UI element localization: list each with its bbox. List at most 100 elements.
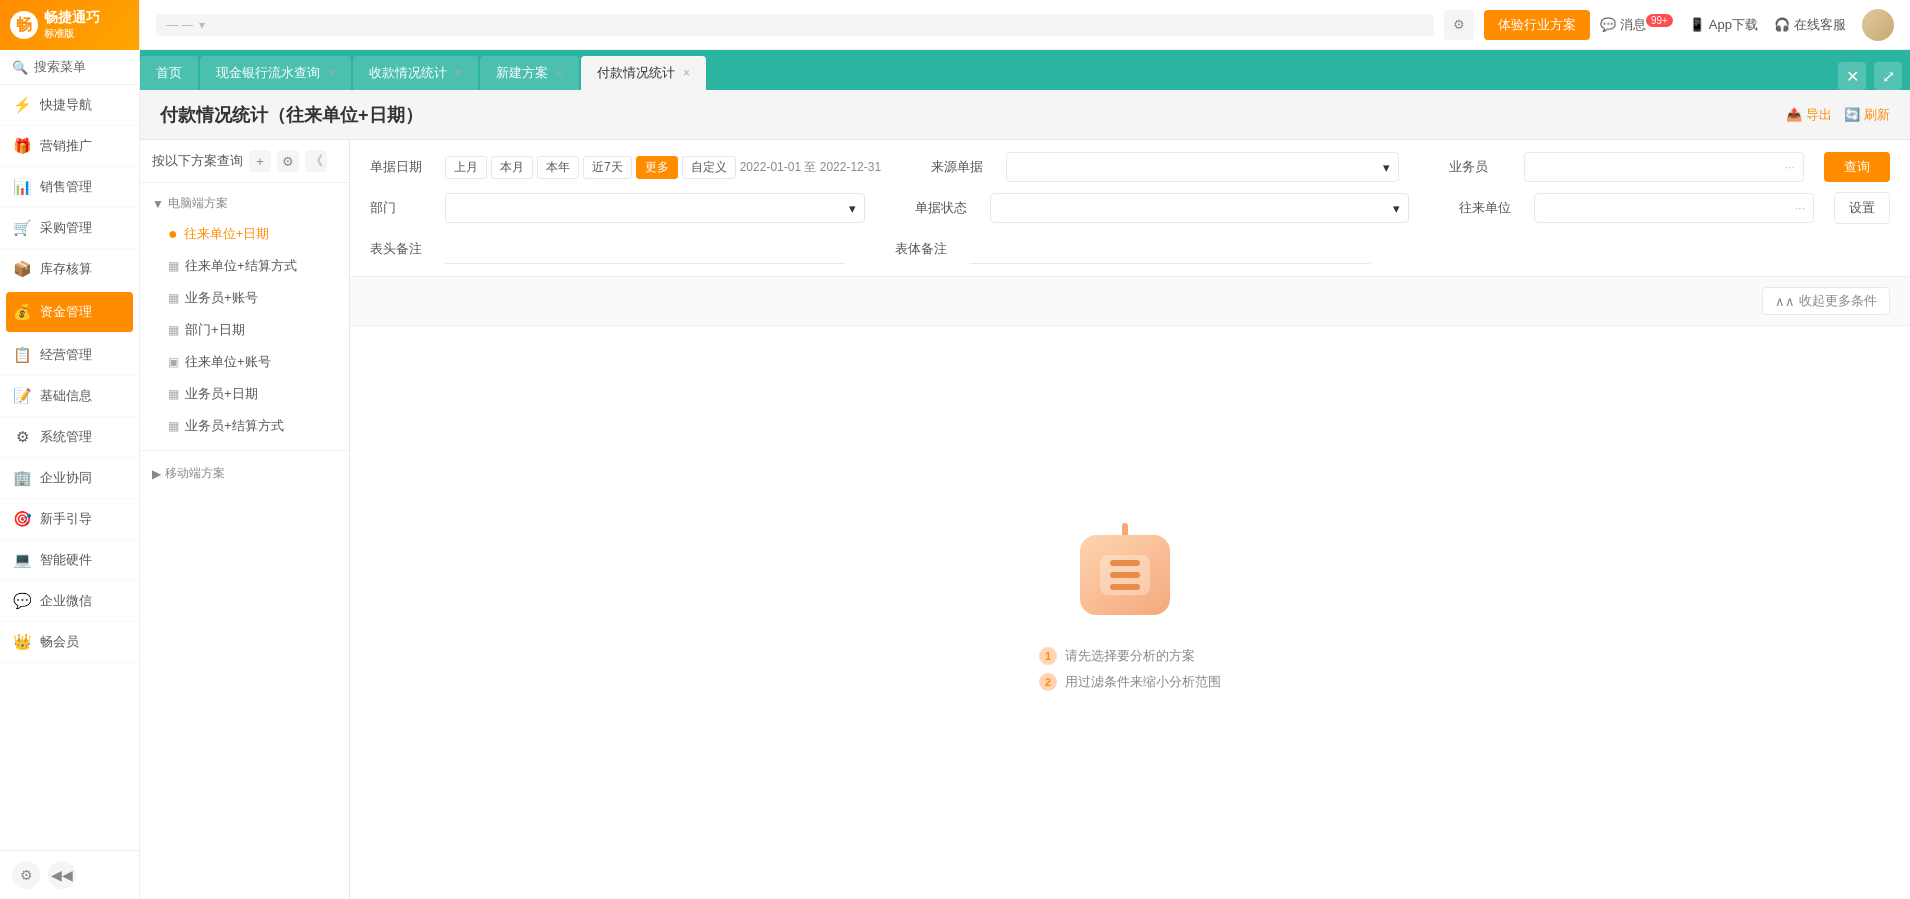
sidebar-item-inventory[interactable]: 📦 库存核算 <box>0 249 139 290</box>
sidebar-item-label-system: 系统管理 <box>40 428 92 446</box>
wechat-icon: 💬 <box>12 591 32 611</box>
tab-new-scheme-close[interactable]: × <box>556 66 563 80</box>
filter-row-1: 单据日期 上月 本月 本年 近7天 更多 自定义 2022-01-01 至 20… <box>370 152 1890 182</box>
scheme-item-salesperson-settlement[interactable]: ▦ 业务员+结算方式 <box>140 410 349 442</box>
user-avatar[interactable] <box>1862 9 1894 41</box>
collapse-conditions-btn[interactable]: ∧∧ 收起更多条件 <box>1762 287 1890 315</box>
tab-receipt[interactable]: 收款情况统计 × <box>353 56 478 90</box>
query-btn[interactable]: 查询 <box>1824 152 1890 182</box>
sidebar-item-purchase[interactable]: 🛒 采购管理 <box>0 208 139 249</box>
settings-bottom-btn[interactable]: ⚙ <box>12 861 40 889</box>
collapse-sidebar-btn[interactable]: ◀◀ <box>48 861 76 889</box>
app-download-label: App下载 <box>1709 16 1758 34</box>
close-all-tabs-btn[interactable]: ✕ <box>1838 62 1866 90</box>
hardware-icon: 💻 <box>12 550 32 570</box>
scheme-item-partner-settlement[interactable]: ▦ 往来单位+结算方式 <box>140 250 349 282</box>
scheme-collapse-btn[interactable]: 《 <box>305 150 327 172</box>
empty-tip-2: 2 用过滤条件来缩小分析范围 <box>1039 673 1221 691</box>
scheme-chart-icon-2: ▦ <box>168 291 179 305</box>
online-service-btn[interactable]: 🎧 在线客服 <box>1774 16 1846 34</box>
filter-row-2: 部门 单据状态 往来单位 ··· 设置 <box>370 192 1890 224</box>
sidebar-item-cooperation[interactable]: 🏢 企业协同 <box>0 458 139 499</box>
sidebar-item-label-finance: 资金管理 <box>40 303 92 321</box>
salesperson-select[interactable]: ··· <box>1524 152 1804 182</box>
filter-rows: 单据日期 上月 本月 本年 近7天 更多 自定义 2022-01-01 至 20… <box>350 140 1910 277</box>
sidebar-item-membership[interactable]: 👑 畅会员 <box>0 622 139 663</box>
tab-new-scheme[interactable]: 新建方案 × <box>480 56 579 90</box>
membership-icon: 👑 <box>12 632 32 652</box>
base-info-icon: 📝 <box>12 386 32 406</box>
refresh-label: 刷新 <box>1864 106 1890 124</box>
scheme-item-partner-account[interactable]: ▣ 往来单位+账号 <box>140 346 349 378</box>
date-more-btn[interactable]: 更多 <box>636 156 678 179</box>
tab-home[interactable]: 首页 <box>140 56 198 90</box>
desktop-scheme-title: ▼ 电脑端方案 <box>140 189 349 218</box>
sidebar-item-label-inventory: 库存核算 <box>40 260 92 278</box>
maximize-btn[interactable]: ⤢ <box>1874 62 1902 90</box>
scheme-item-partner-date[interactable]: ● 往来单位+日期 <box>140 218 349 250</box>
sidebar-item-wechat[interactable]: 💬 企业微信 <box>0 581 139 622</box>
tab-payment-stats-close[interactable]: × <box>683 66 690 80</box>
date-last-month-btn[interactable]: 上月 <box>445 156 487 179</box>
address-bar[interactable]: — — ▾ <box>156 14 1434 36</box>
scheme-item-label-3: 部门+日期 <box>185 321 245 339</box>
date-this-month-btn[interactable]: 本月 <box>491 156 533 179</box>
scheme-settings-btn[interactable]: ⚙ <box>277 150 299 172</box>
tab-receipt-close[interactable]: × <box>455 66 462 80</box>
scheme-item-dept-date[interactable]: ▦ 部门+日期 <box>140 314 349 346</box>
logo-icon: 畅 <box>10 11 38 39</box>
refresh-icon: 🔄 <box>1844 107 1860 122</box>
tab-cash-bank-close[interactable]: × <box>328 66 335 80</box>
sidebar-item-search[interactable]: 🔍 搜索菜单 <box>0 50 139 85</box>
sidebar-item-marketing[interactable]: 🎁 营销推广 <box>0 126 139 167</box>
scheme-chart-icon-6: ▦ <box>168 419 179 433</box>
tab-cash-bank[interactable]: 现金银行流水查询 × <box>200 56 351 90</box>
tab-payment-stats[interactable]: 付款情况统计 × <box>581 56 706 90</box>
export-btn[interactable]: 📤 导出 <box>1786 106 1832 124</box>
header-note-input[interactable] <box>445 234 845 264</box>
page-title: 付款情况统计（往来单位+日期） <box>160 103 423 127</box>
source-select[interactable] <box>1006 152 1399 182</box>
sidebar-item-label-operations: 经营管理 <box>40 346 92 364</box>
sidebar-item-quick-nav[interactable]: ⚡ 快捷导航 <box>0 85 139 126</box>
date-this-year-btn[interactable]: 本年 <box>537 156 579 179</box>
scheme-header-text: 按以下方案查询 <box>152 152 243 170</box>
sidebar-item-sales[interactable]: 📊 销售管理 <box>0 167 139 208</box>
scheme-bar-icon-4: ▣ <box>168 355 179 369</box>
scheme-item-salesperson-account[interactable]: ▦ 业务员+账号 <box>140 282 349 314</box>
status-select[interactable] <box>990 193 1410 223</box>
refresh-btn[interactable]: 🔄 刷新 <box>1844 106 1890 124</box>
body-note-input[interactable] <box>970 234 1370 264</box>
filter-row-3: 表头备注 表体备注 <box>370 234 1890 264</box>
app-download-btn[interactable]: 📱 App下载 <box>1689 16 1758 34</box>
finance-icon: 💰 <box>12 302 32 322</box>
empty-state: 1 请先选择要分析的方案 2 用过滤条件来缩小分析范围 <box>350 326 1910 899</box>
messages-btn[interactable]: 💬 消息 99+ <box>1600 16 1673 34</box>
sidebar-item-finance[interactable]: 💰 资金管理 <box>6 292 133 333</box>
operations-icon: 📋 <box>12 345 32 365</box>
tip-text-2: 用过滤条件来缩小分析范围 <box>1065 673 1221 691</box>
salesperson-dots: ··· <box>1785 160 1795 174</box>
scheme-item-label-0: 往来单位+日期 <box>184 225 270 243</box>
settings-btn[interactable]: 设置 <box>1834 192 1890 224</box>
date-last-7days-btn[interactable]: 近7天 <box>583 156 632 179</box>
scheme-item-salesperson-date[interactable]: ▦ 业务员+日期 <box>140 378 349 410</box>
trial-btn[interactable]: 体验行业方案 <box>1484 10 1590 40</box>
sidebar-item-label-cooperation: 企业协同 <box>40 469 92 487</box>
dept-select[interactable] <box>445 193 865 223</box>
partner-select[interactable]: ··· <box>1534 193 1814 223</box>
scheme-add-btn[interactable]: + <box>249 150 271 172</box>
quick-nav-icon: ⚡ <box>12 95 32 115</box>
sidebar-item-hardware[interactable]: 💻 智能硬件 <box>0 540 139 581</box>
sidebar-item-base-info[interactable]: 📝 基础信息 <box>0 376 139 417</box>
settings-topbar-btn[interactable]: ⚙ <box>1444 10 1474 40</box>
sidebar-item-operations[interactable]: 📋 经营管理 <box>0 335 139 376</box>
date-custom-btn[interactable]: 自定义 <box>682 156 736 179</box>
purchase-icon: 🛒 <box>12 218 32 238</box>
sidebar-item-system[interactable]: ⚙ 系统管理 <box>0 417 139 458</box>
sidebar-item-guide[interactable]: 🎯 新手引导 <box>0 499 139 540</box>
filter-area: 单据日期 上月 本月 本年 近7天 更多 自定义 2022-01-01 至 20… <box>350 140 1910 899</box>
messages-badge: 99+ <box>1646 14 1673 27</box>
cooperation-icon: 🏢 <box>12 468 32 488</box>
collapse-label: 收起更多条件 <box>1799 292 1877 310</box>
